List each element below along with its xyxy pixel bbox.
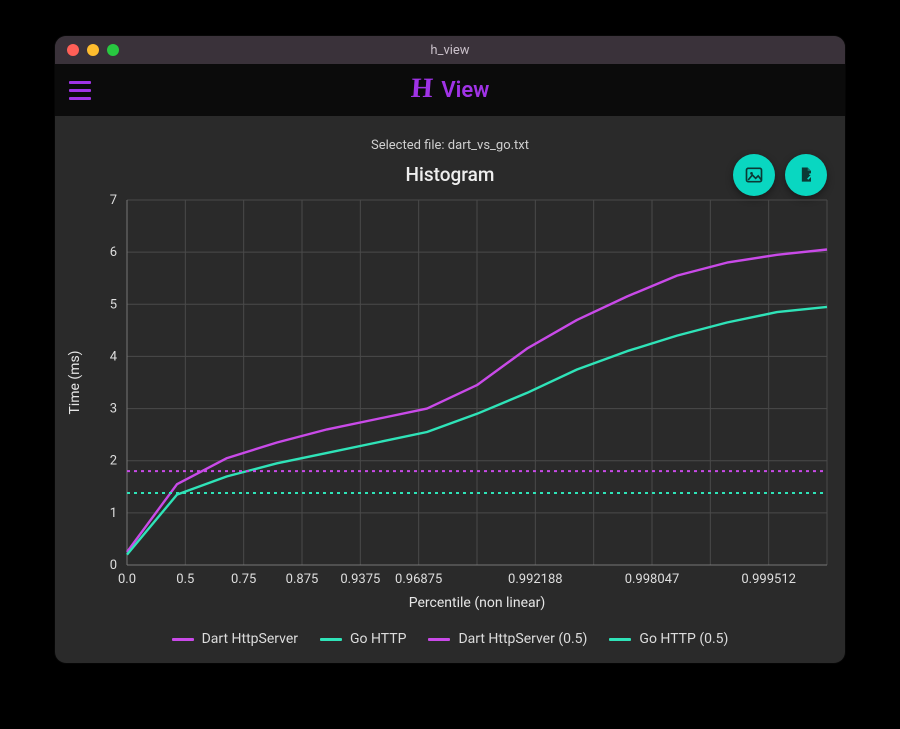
- logo-h-icon: H: [409, 73, 433, 105]
- svg-text:0.9375: 0.9375: [340, 572, 380, 587]
- app-brand: H View: [55, 74, 845, 106]
- histogram-chart: 0 1 2 3 4 5 6 7 0.0 0.5 0.75 0.875 0.9375 0.96875 0.99…: [55, 186, 845, 621]
- image-icon: [744, 165, 764, 185]
- svg-text:4: 4: [110, 349, 118, 364]
- svg-text:3: 3: [110, 402, 117, 417]
- legend-item: Go HTTP (0.5): [609, 631, 728, 647]
- svg-text:0.5: 0.5: [176, 572, 194, 587]
- svg-text:0.999512: 0.999512: [741, 572, 796, 587]
- legend-label: Dart HttpServer (0.5): [458, 631, 587, 647]
- legend-swatch: [320, 638, 342, 641]
- app-name: View: [441, 78, 489, 103]
- legend-item: Dart HttpServer (0.5): [428, 631, 587, 647]
- svg-text:2: 2: [110, 454, 117, 469]
- svg-text:0.75: 0.75: [231, 572, 256, 587]
- legend-label: Go HTTP (0.5): [639, 631, 728, 647]
- svg-text:7: 7: [110, 193, 117, 208]
- hamburger-icon: [69, 81, 91, 84]
- window-title: h_view: [55, 43, 845, 58]
- svg-text:5: 5: [110, 297, 117, 312]
- svg-text:Time (ms): Time (ms): [67, 350, 83, 414]
- legend: Dart HttpServer Go HTTP Dart HttpServer …: [55, 621, 845, 663]
- app-bar: H View: [55, 64, 845, 116]
- app-window: h_view H View: [55, 36, 845, 663]
- svg-text:6: 6: [110, 245, 117, 260]
- content-area: Selected file: dart_vs_go.txt Histogram …: [55, 116, 845, 663]
- menu-button[interactable]: [69, 77, 95, 103]
- chart-area: 0 1 2 3 4 5 6 7 0.0 0.5 0.75 0.875 0.9375 0.96875 0.99…: [55, 186, 845, 621]
- svg-text:1: 1: [110, 506, 117, 521]
- svg-text:0: 0: [110, 558, 117, 573]
- legend-item: Dart HttpServer: [172, 631, 298, 647]
- svg-text:0.992188: 0.992188: [508, 572, 563, 587]
- legend-label: Go HTTP: [350, 631, 406, 647]
- legend-item: Go HTTP: [320, 631, 406, 647]
- titlebar[interactable]: h_view: [55, 36, 845, 64]
- traffic-lights: [67, 44, 119, 56]
- minimize-icon[interactable]: [87, 44, 99, 56]
- chart-title: Histogram: [55, 163, 845, 186]
- svg-text:0.875: 0.875: [286, 572, 319, 587]
- close-icon[interactable]: [67, 44, 79, 56]
- svg-text:0.0: 0.0: [118, 572, 136, 587]
- svg-text:0.998047: 0.998047: [625, 572, 680, 587]
- legend-swatch: [428, 638, 450, 641]
- legend-swatch: [172, 638, 194, 641]
- svg-text:0.96875: 0.96875: [395, 572, 442, 587]
- legend-label: Dart HttpServer: [202, 631, 298, 647]
- file-upload-icon: [796, 165, 816, 185]
- svg-text:Percentile (non linear): Percentile (non linear): [409, 595, 545, 611]
- legend-swatch: [609, 638, 631, 641]
- zoom-icon[interactable]: [107, 44, 119, 56]
- selected-file-label: Selected file: dart_vs_go.txt: [55, 138, 845, 153]
